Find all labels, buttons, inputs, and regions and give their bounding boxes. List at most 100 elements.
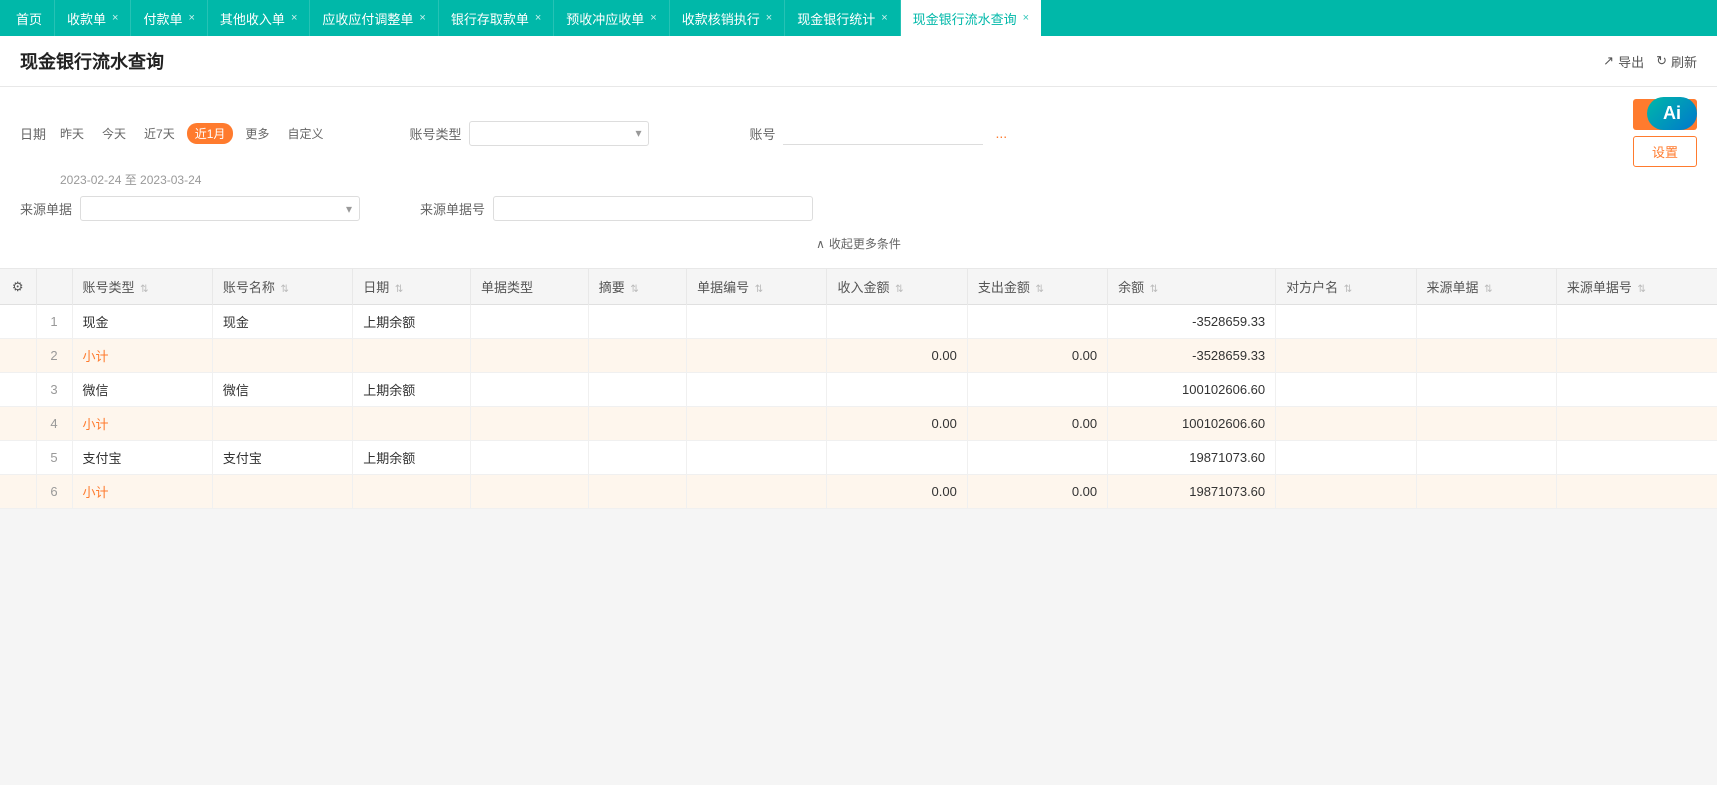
export-button[interactable]: ↗ 导出 — [1603, 52, 1644, 71]
nav-tab[interactable]: 其他收入单× — [208, 0, 310, 36]
cell-account-name: 现金 — [212, 305, 352, 339]
source-doc-num-input[interactable] — [493, 196, 813, 221]
source-doc-filter-group: 来源单据 — [20, 196, 360, 221]
cell-account-type: 现金 — [72, 305, 212, 339]
cell-counterparty — [1276, 305, 1416, 339]
th-source-doc-num[interactable]: 来源单据号 ⇅ — [1556, 269, 1717, 305]
cell-account-name: 支付宝 — [212, 441, 352, 475]
date-label: 日期 — [20, 124, 46, 143]
cell-source-doc — [1416, 339, 1556, 373]
table-row: 5 支付宝 支付宝 上期余额 19871073.60 — [0, 441, 1717, 475]
page-header: 现金银行流水查询 ↗ 导出 ↻ 刷新 — [0, 36, 1717, 87]
cell-doc-type — [470, 339, 588, 373]
date-range-text: 2023-02-24 至 2023-03-24 — [60, 173, 201, 187]
cell-account-name: 微信 — [212, 373, 352, 407]
table-container: ⚙ 账号类型 ⇅ 账号名称 ⇅ 日期 ⇅ 单据类型 摘要 ⇅ 单据编号 ⇅ 收入… — [0, 269, 1717, 509]
nav-home[interactable]: 首页 — [4, 0, 55, 36]
cell-num: 6 — [36, 475, 72, 509]
th-date[interactable]: 日期 ⇅ — [353, 269, 471, 305]
cell-income — [827, 373, 967, 407]
nav-tab[interactable]: 应收应付调整单× — [310, 0, 438, 36]
th-account-name[interactable]: 账号名称 ⇅ — [212, 269, 352, 305]
account-type-select[interactable]: 现金 微信 支付宝 — [469, 121, 649, 146]
date-shortcut-btn[interactable]: 今天 — [96, 123, 132, 144]
nav-tab[interactable]: 预收冲应收单× — [554, 0, 669, 36]
th-account-type[interactable]: 账号类型 ⇅ — [72, 269, 212, 305]
source-doc-num-label: 来源单据号 — [420, 199, 485, 218]
tab-close-icon[interactable]: × — [188, 12, 194, 24]
collapse-bar[interactable]: ∧ 收起更多条件 — [20, 231, 1697, 256]
cell-num: 5 — [36, 441, 72, 475]
export-icon: ↗ — [1603, 53, 1614, 69]
cell-balance: 19871073.60 — [1108, 441, 1276, 475]
cell-income — [827, 305, 967, 339]
table-row: 3 微信 微信 上期余额 100102606.60 — [0, 373, 1717, 407]
table-header: ⚙ 账号类型 ⇅ 账号名称 ⇅ 日期 ⇅ 单据类型 摘要 ⇅ 单据编号 ⇅ 收入… — [0, 269, 1717, 305]
tab-close-icon[interactable]: × — [650, 12, 656, 24]
tab-close-icon[interactable]: × — [535, 12, 541, 24]
date-shortcut-btn[interactable]: 自定义 — [281, 123, 329, 144]
cell-doc-type — [470, 373, 588, 407]
nav-tab[interactable]: 现金银行统计× — [785, 0, 900, 36]
date-shortcut-btn[interactable]: 昨天 — [54, 123, 90, 144]
cell-summary — [588, 441, 686, 475]
cell-gear — [0, 305, 36, 339]
cell-income: 0.00 — [827, 407, 967, 441]
th-summary[interactable]: 摘要 ⇅ — [588, 269, 686, 305]
cell-summary — [588, 305, 686, 339]
tab-close-icon[interactable]: × — [419, 12, 425, 24]
th-counterparty[interactable]: 对方户名 ⇅ — [1276, 269, 1416, 305]
refresh-icon: ↻ — [1656, 53, 1667, 69]
ai-badge[interactable]: Ai — [1647, 97, 1697, 130]
account-ellipsis-btn[interactable]: ... — [991, 125, 1011, 141]
account-label: 账号 — [749, 124, 775, 143]
date-shortcut-btn[interactable]: 近1月 — [187, 123, 234, 144]
account-type-filter-group: 账号类型 现金 微信 支付宝 — [409, 121, 649, 146]
nav-tab[interactable]: 银行存取款单× — [439, 0, 554, 36]
th-expense[interactable]: 支出金额 ⇅ — [967, 269, 1107, 305]
cell-account-type: 小计 — [72, 407, 212, 441]
date-shortcut-btn[interactable]: 更多 — [239, 123, 275, 144]
date-filter-group: 日期 昨天今天近7天近1月更多自定义 — [20, 123, 329, 144]
cell-source-doc — [1416, 407, 1556, 441]
th-doc-num[interactable]: 单据编号 ⇅ — [687, 269, 827, 305]
tab-close-icon[interactable]: × — [1023, 12, 1029, 24]
nav-tab[interactable]: 收款核销执行× — [670, 0, 785, 36]
cell-source-doc-num — [1556, 407, 1717, 441]
cell-income: 0.00 — [827, 475, 967, 509]
cell-gear — [0, 441, 36, 475]
cell-counterparty — [1276, 441, 1416, 475]
table-row: 4 小计 0.00 0.00 100102606.60 — [0, 407, 1717, 441]
nav-tab[interactable]: 收款单× — [55, 0, 131, 36]
th-balance[interactable]: 余额 ⇅ — [1108, 269, 1276, 305]
th-num — [36, 269, 72, 305]
tab-close-icon[interactable]: × — [291, 12, 297, 24]
tab-close-icon[interactable]: × — [766, 12, 772, 24]
source-doc-select[interactable] — [80, 196, 360, 221]
date-shortcuts: 昨天今天近7天近1月更多自定义 — [54, 123, 329, 144]
cell-source-doc-num — [1556, 373, 1717, 407]
nav-tab[interactable]: 付款单× — [131, 0, 207, 36]
th-income[interactable]: 收入金额 ⇅ — [827, 269, 967, 305]
cell-doc-type — [470, 441, 588, 475]
cell-num: 3 — [36, 373, 72, 407]
date-shortcut-btn[interactable]: 近7天 — [138, 123, 181, 144]
cell-num: 1 — [36, 305, 72, 339]
cell-gear — [0, 475, 36, 509]
tab-close-icon[interactable]: × — [112, 12, 118, 24]
account-input[interactable] — [783, 121, 983, 145]
tab-close-icon[interactable]: × — [881, 12, 887, 24]
th-gear[interactable]: ⚙ — [0, 269, 36, 305]
cell-income — [827, 441, 967, 475]
header-actions: ↗ 导出 ↻ 刷新 — [1603, 52, 1697, 71]
cell-balance: 100102606.60 — [1108, 373, 1276, 407]
cell-gear — [0, 339, 36, 373]
refresh-button[interactable]: ↻ 刷新 — [1656, 52, 1697, 71]
nav-tab[interactable]: 现金银行流水查询× — [901, 0, 1041, 36]
cell-date — [353, 339, 471, 373]
cell-doc-num — [687, 373, 827, 407]
cell-doc-type — [470, 475, 588, 509]
settings-button[interactable]: 设置 — [1633, 136, 1697, 167]
cell-counterparty — [1276, 339, 1416, 373]
th-source-doc[interactable]: 来源单据 ⇅ — [1416, 269, 1556, 305]
